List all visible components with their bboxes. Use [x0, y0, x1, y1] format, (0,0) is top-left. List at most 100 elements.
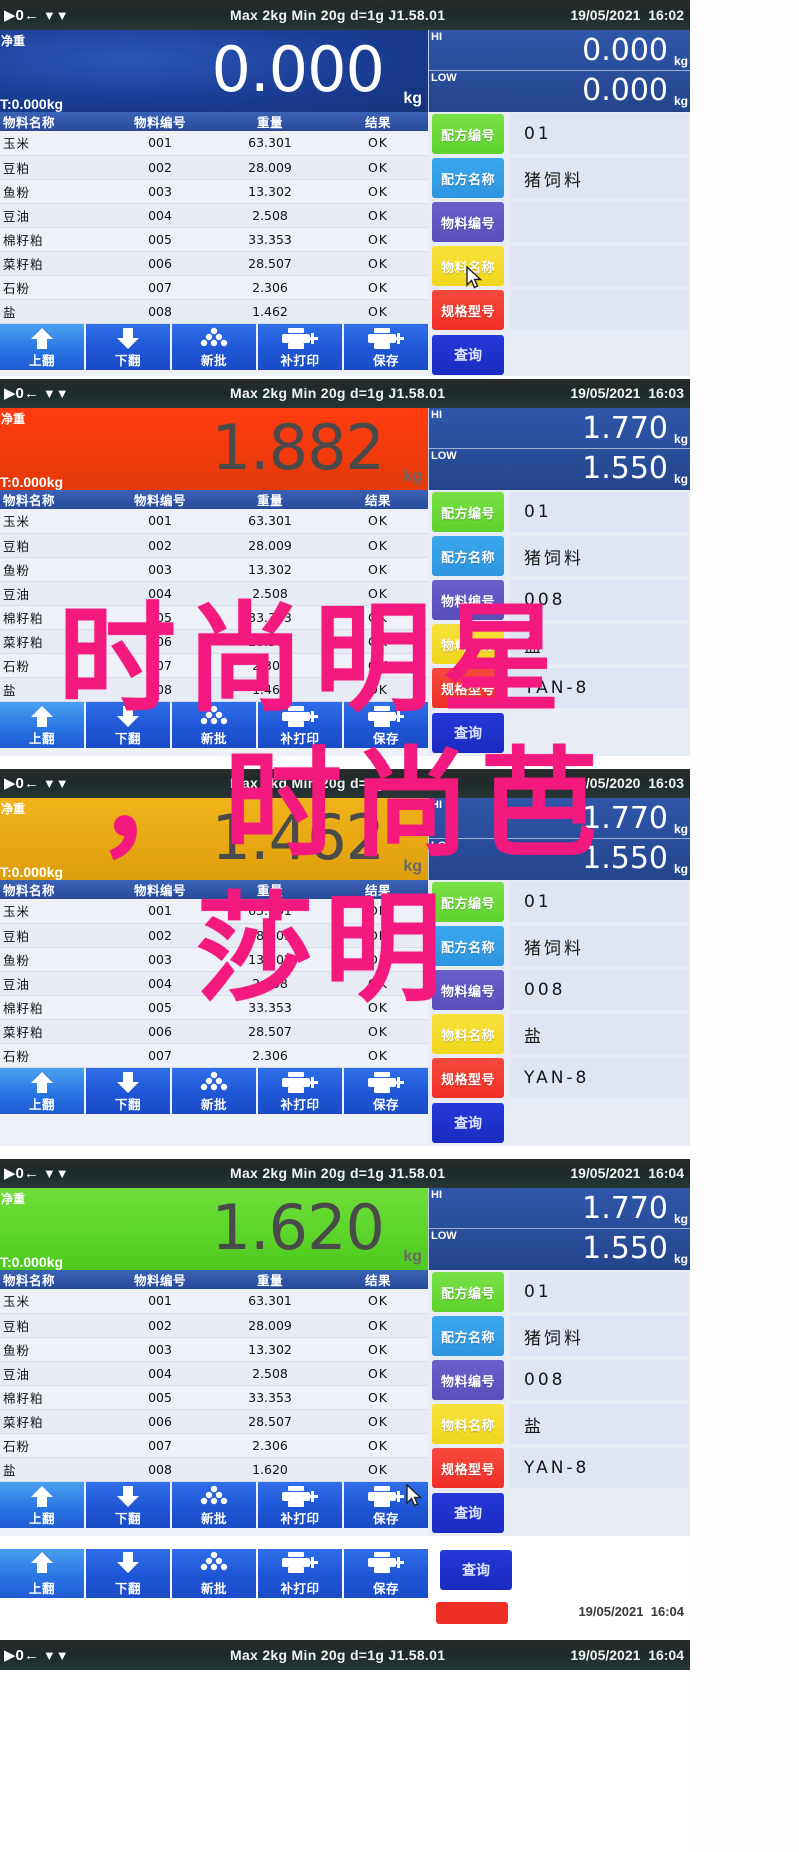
- reprint-button[interactable]: 补打印: [258, 1067, 342, 1114]
- formula-code-key[interactable]: 配方编号: [432, 1272, 504, 1312]
- formula-name-value[interactable]: 猪饲料: [510, 536, 688, 576]
- query-button[interactable]: 查询: [440, 1550, 512, 1590]
- new-batch-button[interactable]: 新批: [172, 1067, 256, 1114]
- spec-model-key[interactable]: 规格型号: [432, 1448, 504, 1488]
- page-down-button[interactable]: 下翻: [86, 1067, 170, 1114]
- new-batch-button[interactable]: 新批: [172, 1548, 256, 1598]
- material-name-value[interactable]: [510, 246, 688, 286]
- table-row[interactable]: 豆粕 002 28.009 OK: [0, 1313, 428, 1338]
- page-up-button[interactable]: 上翻: [0, 1067, 84, 1114]
- table-row[interactable]: 棉籽粕 005 33.353 OK: [0, 995, 428, 1020]
- table-row[interactable]: 豆粕 002 28.009 OK: [0, 155, 428, 180]
- spec-model-value[interactable]: YAN-8: [510, 1058, 688, 1098]
- table-row[interactable]: 玉米 001 63.301 OK: [0, 1289, 428, 1314]
- table-row[interactable]: 豆油 004 2.508 OK: [0, 581, 428, 606]
- save-button[interactable]: 保存: [344, 1067, 428, 1114]
- formula-name-key[interactable]: 配方名称: [432, 158, 504, 198]
- page-down-button[interactable]: 下翻: [86, 1481, 170, 1528]
- table-row[interactable]: 菜籽粕 006 28.507 OK: [0, 251, 428, 276]
- page-up-button[interactable]: 上翻: [0, 323, 84, 370]
- table-row[interactable]: 豆粕 002 28.009 OK: [0, 923, 428, 948]
- formula-code-value[interactable]: 01: [510, 1272, 688, 1312]
- page-down-button[interactable]: 下翻: [86, 701, 170, 748]
- page-up-button[interactable]: 上翻: [0, 701, 84, 748]
- spec-model-key[interactable]: 规格型号: [432, 668, 504, 708]
- formula-name-key[interactable]: 配方名称: [432, 536, 504, 576]
- material-code-key[interactable]: 物料编号: [432, 202, 504, 242]
- material-name-value[interactable]: 盐: [510, 1014, 688, 1054]
- save-button[interactable]: 保存: [344, 1481, 428, 1528]
- reprint-button[interactable]: 补打印: [258, 1481, 342, 1528]
- page-down-button[interactable]: 下翻: [86, 1548, 170, 1598]
- spec-model-value[interactable]: YAN-8: [510, 1448, 688, 1488]
- table-row[interactable]: 石粉 007 2.306 OK: [0, 653, 428, 678]
- table-row[interactable]: 鱼粉 003 13.302 OK: [0, 1337, 428, 1362]
- save-button[interactable]: 保存: [344, 323, 428, 370]
- table-row[interactable]: 棉籽粕 005 33.353 OK: [0, 605, 428, 630]
- material-code-key[interactable]: 物料编号: [432, 1360, 504, 1400]
- table-row[interactable]: 豆油 004 2.508 OK: [0, 971, 428, 996]
- formula-code-value[interactable]: 01: [510, 492, 688, 532]
- table-row[interactable]: 菜籽粕 006 28.507 OK: [0, 1409, 428, 1434]
- table-row[interactable]: 玉米 001 63.301 OK: [0, 509, 428, 534]
- material-code-key[interactable]: 物料编号: [432, 580, 504, 620]
- table-row[interactable]: 豆油 004 2.508 OK: [0, 1361, 428, 1386]
- material-code-value[interactable]: 008: [510, 970, 688, 1010]
- table-row[interactable]: 石粉 007 2.306 OK: [0, 275, 428, 300]
- material-code-value[interactable]: [510, 202, 688, 242]
- table-row[interactable]: 玉米 001 63.301 OK: [0, 131, 428, 156]
- table-row[interactable]: 石粉 007 2.306 OK: [0, 1433, 428, 1458]
- material-code-value[interactable]: 008: [510, 1360, 688, 1400]
- material-code-value[interactable]: 008: [510, 580, 688, 620]
- reprint-button[interactable]: 补打印: [258, 323, 342, 370]
- formula-code-value[interactable]: 01: [510, 882, 688, 922]
- table-row[interactable]: 豆粕 002 28.009 OK: [0, 533, 428, 558]
- material-code-key[interactable]: 物料编号: [432, 970, 504, 1010]
- formula-name-key[interactable]: 配方名称: [432, 1316, 504, 1356]
- new-batch-button[interactable]: 新批: [172, 701, 256, 748]
- page-down-button[interactable]: 下翻: [86, 323, 170, 370]
- material-name-value[interactable]: 盐: [510, 1404, 688, 1444]
- material-name-value[interactable]: 盐: [510, 624, 688, 664]
- formula-name-value[interactable]: 猪饲料: [510, 158, 688, 198]
- formula-code-key[interactable]: 配方编号: [432, 492, 504, 532]
- table-row[interactable]: 鱼粉 003 13.302 OK: [0, 179, 428, 204]
- formula-name-value[interactable]: 猪饲料: [510, 1316, 688, 1356]
- table-row[interactable]: 菜籽粕 006 28.507 OK: [0, 1019, 428, 1044]
- formula-code-key[interactable]: 配方编号: [432, 882, 504, 922]
- table-row[interactable]: 石粉 007 2.306 OK: [0, 1043, 428, 1068]
- material-name-key[interactable]: 物料名称: [432, 624, 504, 664]
- table-row[interactable]: 盐 008 1.462 OK: [0, 677, 428, 702]
- spec-model-value[interactable]: YAN-8: [510, 668, 688, 708]
- save-button[interactable]: 保存: [344, 701, 428, 748]
- new-batch-button[interactable]: 新批: [172, 1481, 256, 1528]
- table-row[interactable]: 盐 008 1.620 OK: [0, 1457, 428, 1482]
- reprint-button[interactable]: 补打印: [258, 1548, 342, 1598]
- formula-name-key[interactable]: 配方名称: [432, 926, 504, 966]
- query-button[interactable]: 查询: [432, 335, 504, 375]
- material-name-key[interactable]: 物料名称: [432, 1404, 504, 1444]
- table-row[interactable]: 盐 008 1.462 OK: [0, 299, 428, 324]
- query-button[interactable]: 查询: [432, 1103, 504, 1143]
- reprint-button[interactable]: 补打印: [258, 701, 342, 748]
- save-button[interactable]: 保存: [344, 1548, 428, 1598]
- formula-name-value[interactable]: 猪饲料: [510, 926, 688, 966]
- page-up-button[interactable]: 上翻: [0, 1481, 84, 1528]
- material-name-key[interactable]: 物料名称: [432, 1014, 504, 1054]
- query-button[interactable]: 查询: [432, 1493, 504, 1533]
- table-row[interactable]: 豆油 004 2.508 OK: [0, 203, 428, 228]
- spec-model-key[interactable]: 规格型号: [432, 290, 504, 330]
- new-batch-button[interactable]: 新批: [172, 323, 256, 370]
- table-row[interactable]: 棉籽粕 005 33.353 OK: [0, 227, 428, 252]
- table-row[interactable]: 鱼粉 003 13.302 OK: [0, 947, 428, 972]
- table-row[interactable]: 棉籽粕 005 33.353 OK: [0, 1385, 428, 1410]
- table-row[interactable]: 菜籽粕 006 28.507 OK: [0, 629, 428, 654]
- table-row[interactable]: 鱼粉 003 13.302 OK: [0, 557, 428, 582]
- spec-model-value[interactable]: [510, 290, 688, 330]
- query-button[interactable]: 查询: [432, 713, 504, 753]
- formula-code-value[interactable]: 01: [510, 114, 688, 154]
- table-row[interactable]: 玉米 001 63.301 OK: [0, 899, 428, 924]
- material-name-key[interactable]: 物料名称: [432, 246, 504, 286]
- spec-model-key[interactable]: [436, 1602, 508, 1624]
- spec-model-key[interactable]: 规格型号: [432, 1058, 504, 1098]
